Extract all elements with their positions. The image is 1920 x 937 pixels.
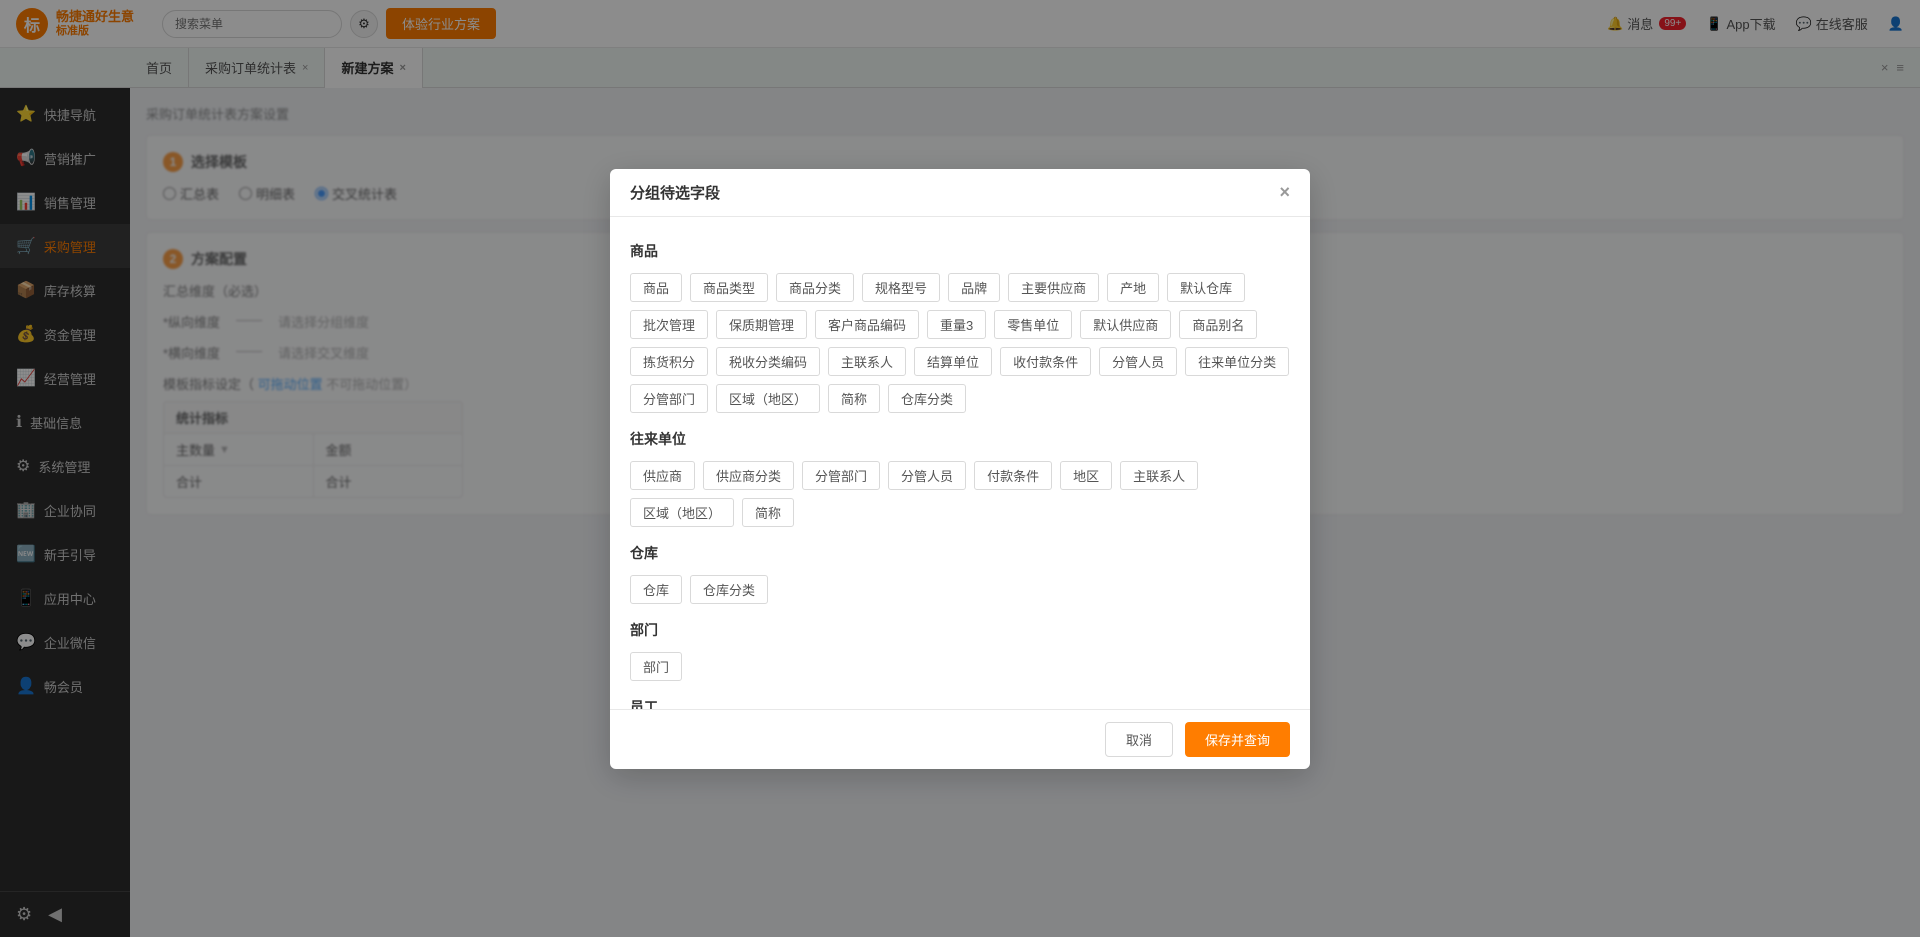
field-tag-1-1[interactable]: 供应商分类 [703,461,794,490]
field-tag-0-7[interactable]: 默认仓库 [1167,273,1245,302]
field-tag-3-0[interactable]: 部门 [630,652,682,681]
field-tag-1-3[interactable]: 分管人员 [888,461,966,490]
field-tag-1-4[interactable]: 付款条件 [974,461,1052,490]
field-tag-1-8[interactable]: 简称 [742,498,794,527]
field-group-3: 部门 [630,652,1290,681]
field-tag-0-13[interactable]: 默认供应商 [1080,310,1171,339]
field-tag-0-10[interactable]: 客户商品编码 [815,310,919,339]
field-tag-0-19[interactable]: 收付款条件 [1000,347,1091,376]
field-tag-0-15[interactable]: 拣货积分 [630,347,708,376]
field-group-0: 商品商品类型商品分类规格型号品牌主要供应商产地默认仓库批次管理保质期管理客户商品… [630,273,1290,413]
field-tag-1-5[interactable]: 地区 [1060,461,1112,490]
field-tag-0-16[interactable]: 税收分类编码 [716,347,820,376]
dialog-body[interactable]: 商品商品商品类型商品分类规格型号品牌主要供应商产地默认仓库批次管理保质期管理客户… [610,217,1310,709]
dialog-section-1: 往来单位供应商供应商分类分管部门分管人员付款条件地区主联系人区域（地区） 简称 [630,429,1290,527]
dialog-footer: 取消 保存并查询 [610,709,1310,769]
dialog-section-0: 商品商品商品类型商品分类规格型号品牌主要供应商产地默认仓库批次管理保质期管理客户… [630,241,1290,413]
section-title-1: 往来单位 [630,429,1290,449]
field-tag-0-3[interactable]: 规格型号 [862,273,940,302]
dialog-title: 分组待选字段 [630,182,720,203]
dialog-section-2: 仓库仓库仓库分类 [630,543,1290,604]
section-title-4: 员工 [630,697,1290,709]
field-tag-0-11[interactable]: 重量3 [927,310,986,339]
dialog-overlay: 分组待选字段 × 商品商品商品类型商品分类规格型号品牌主要供应商产地默认仓库批次… [0,0,1920,937]
field-tag-0-17[interactable]: 主联系人 [828,347,906,376]
field-tag-1-6[interactable]: 主联系人 [1120,461,1198,490]
field-tag-0-6[interactable]: 产地 [1107,273,1159,302]
dialog-header: 分组待选字段 × [610,169,1310,217]
field-tag-0-25[interactable]: 仓库分类 [888,384,966,413]
field-tag-0-18[interactable]: 结算单位 [914,347,992,376]
save-query-button[interactable]: 保存并查询 [1185,722,1290,757]
field-tag-0-14[interactable]: 商品别名 [1179,310,1257,339]
field-tag-0-22[interactable]: 分管部门 [630,384,708,413]
field-tag-2-1[interactable]: 仓库分类 [690,575,768,604]
field-group-1: 供应商供应商分类分管部门分管人员付款条件地区主联系人区域（地区） 简称 [630,461,1290,527]
field-tag-0-20[interactable]: 分管人员 [1099,347,1177,376]
section-title-2: 仓库 [630,543,1290,563]
field-tag-0-24[interactable]: 简称 [828,384,880,413]
field-tag-0-1[interactable]: 商品类型 [690,273,768,302]
dialog-close-btn[interactable]: × [1279,183,1290,201]
field-select-dialog: 分组待选字段 × 商品商品商品类型商品分类规格型号品牌主要供应商产地默认仓库批次… [610,169,1310,769]
field-tag-0-2[interactable]: 商品分类 [776,273,854,302]
cancel-button[interactable]: 取消 [1105,722,1173,757]
field-tag-1-7[interactable]: 区域（地区） [630,498,734,527]
field-tag-1-2[interactable]: 分管部门 [802,461,880,490]
field-tag-1-0[interactable]: 供应商 [630,461,695,490]
section-title-0: 商品 [630,241,1290,261]
field-tag-0-9[interactable]: 保质期管理 [716,310,807,339]
field-tag-0-8[interactable]: 批次管理 [630,310,708,339]
field-tag-2-0[interactable]: 仓库 [630,575,682,604]
field-group-2: 仓库仓库分类 [630,575,1290,604]
field-tag-0-0[interactable]: 商品 [630,273,682,302]
field-tag-0-21[interactable]: 往来单位分类 [1185,347,1289,376]
field-tag-0-4[interactable]: 品牌 [948,273,1000,302]
field-tag-0-12[interactable]: 零售单位 [994,310,1072,339]
field-tag-0-5[interactable]: 主要供应商 [1008,273,1099,302]
dialog-section-4: 员工业务员 [630,697,1290,709]
section-title-3: 部门 [630,620,1290,640]
dialog-section-3: 部门部门 [630,620,1290,681]
field-tag-0-23[interactable]: 区域（地区） [716,384,820,413]
